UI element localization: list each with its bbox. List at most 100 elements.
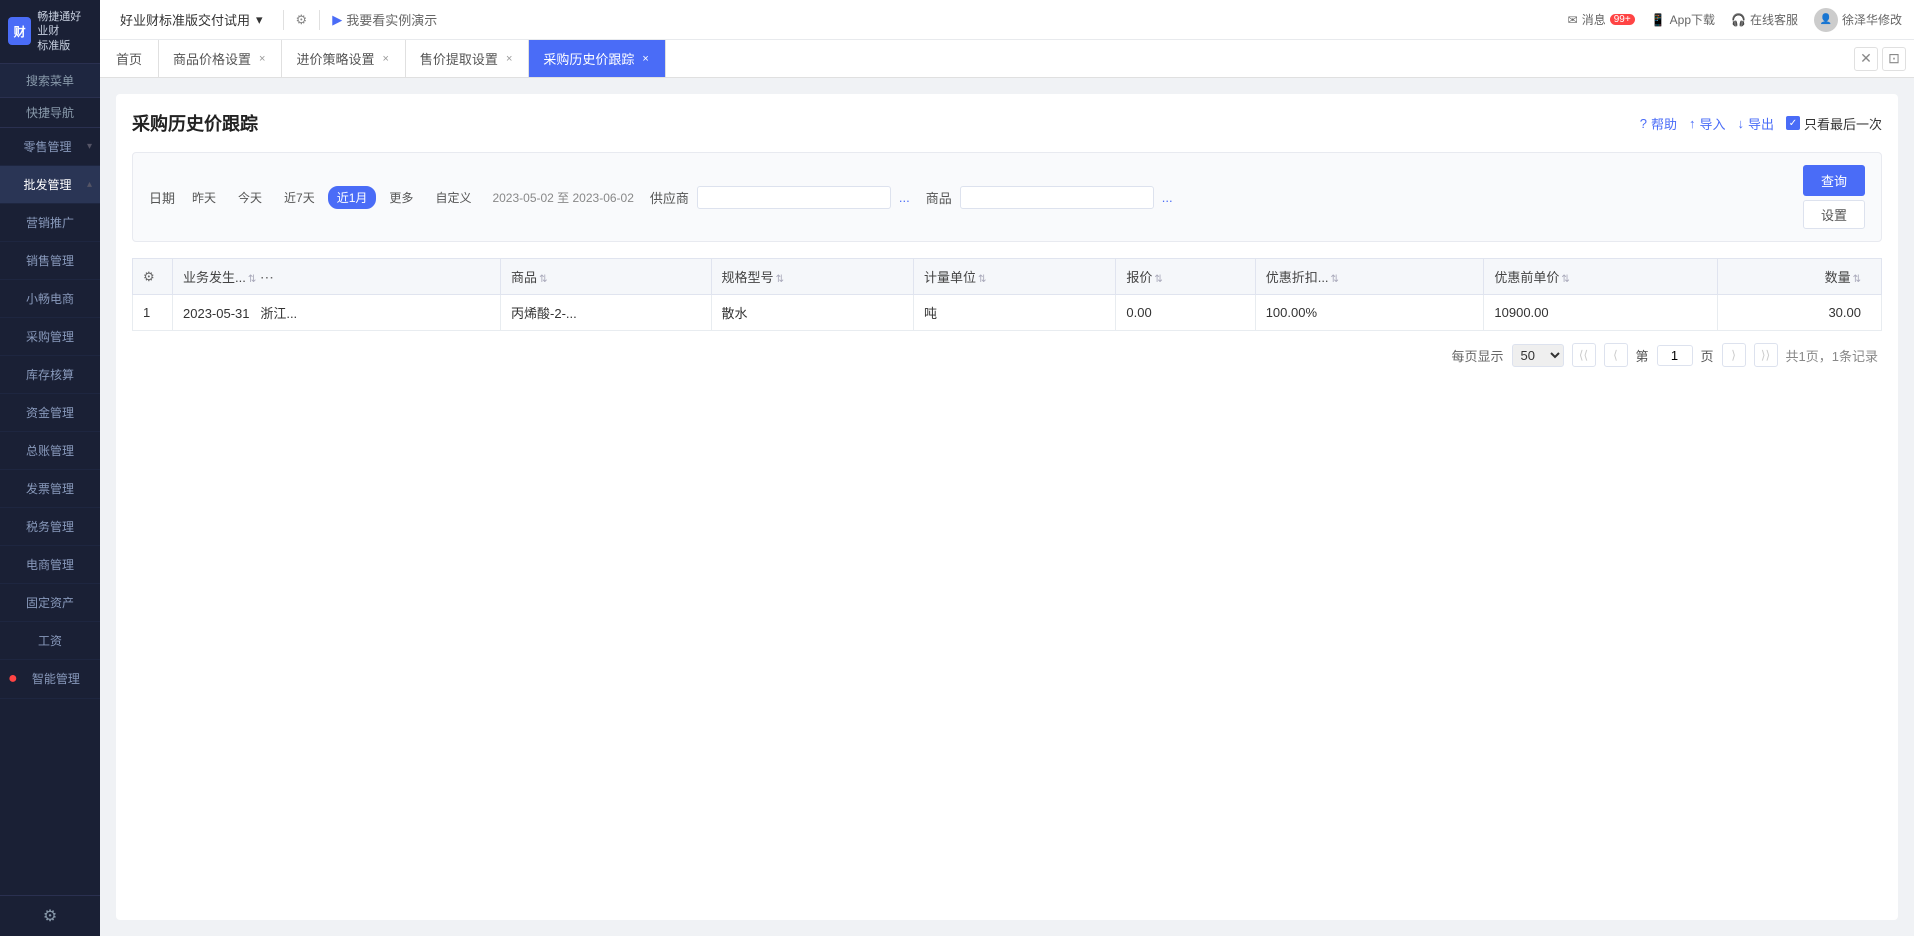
next-page-btn[interactable]: ⟩ bbox=[1722, 343, 1746, 367]
settings-gear-icon[interactable]: ⚙ bbox=[43, 908, 57, 925]
col-pre-discount-price[interactable]: 优惠前单价⇅ bbox=[1484, 259, 1718, 295]
date-filter-group: 日期 昨天 今天 近7天 近1月 更多 自定义 2023-05-02 至 202… bbox=[149, 186, 634, 209]
gear-icon[interactable]: ⚙ bbox=[143, 269, 155, 284]
play-icon: ▶ bbox=[332, 12, 342, 28]
col-qty[interactable]: 数量⇅ bbox=[1718, 259, 1882, 295]
import-link[interactable]: ↑ 导入 bbox=[1689, 114, 1726, 133]
export-icon: ↓ bbox=[1737, 116, 1744, 131]
topbar-right: ✉ 消息 99+ 📱 App下载 🎧 在线客服 👤 徐泽华修改 bbox=[1568, 8, 1902, 32]
tab-price-extract-label: 售价提取设置 bbox=[420, 49, 498, 68]
chevron-down-icon: ▾ bbox=[256, 12, 263, 28]
only-last-checkbox[interactable]: ✓ bbox=[1786, 116, 1800, 130]
tab-purchase-history[interactable]: 采购历史价跟踪 × bbox=[529, 40, 665, 78]
product-selector[interactable]: 好业财标准版交付试用 ▾ bbox=[112, 6, 271, 33]
product-filter-label: 商品 bbox=[926, 188, 952, 207]
first-page-btn[interactable]: ⟨⟨ bbox=[1572, 343, 1596, 367]
messages-badge: 99+ bbox=[1610, 14, 1635, 25]
tab-purchase-strategy[interactable]: 进价策略设置 × bbox=[282, 40, 405, 78]
settings-button[interactable]: 设置 bbox=[1803, 200, 1865, 229]
col-biz-date[interactable]: 业务发生...⇅ ⋯ bbox=[173, 259, 501, 295]
table-container: ⚙ 业务发生...⇅ ⋯ 商品⇅ 规格型号⇅ bbox=[132, 258, 1882, 331]
date-btn-today[interactable]: 今天 bbox=[229, 186, 271, 209]
help-link[interactable]: ? 帮助 bbox=[1640, 114, 1677, 133]
settings-icon-wrap[interactable]: ⚙ bbox=[296, 12, 308, 28]
tab-purchase-strategy-label: 进价策略设置 bbox=[296, 49, 374, 68]
product-input[interactable] bbox=[969, 190, 1145, 205]
sidebar-bottom: ⚙ bbox=[0, 895, 100, 936]
sidebar-item-ecommerce[interactable]: 电商管理 bbox=[0, 546, 100, 584]
tab-product-price[interactable]: 商品价格设置 × bbox=[159, 40, 282, 78]
sidebar-item-purchase[interactable]: 采购管理 bbox=[0, 318, 100, 356]
date-btn-last7[interactable]: 近7天 bbox=[275, 186, 324, 209]
page-label: 第 bbox=[1636, 346, 1649, 365]
sidebar-item-finance[interactable]: 资金管理 bbox=[0, 394, 100, 432]
supplier-input[interactable] bbox=[706, 190, 882, 205]
tab-product-price-label: 商品价格设置 bbox=[173, 49, 251, 68]
cell-product: 丙烯酸-2-... bbox=[501, 295, 712, 331]
sidebar-item-invoice[interactable]: 发票管理 bbox=[0, 470, 100, 508]
chevron-down-icon: ▾ bbox=[87, 141, 92, 152]
only-last-checkbox-group[interactable]: ✓ 只看最后一次 bbox=[1786, 114, 1882, 133]
mobile-icon: 📱 bbox=[1651, 13, 1666, 27]
supplier-input-box[interactable] bbox=[697, 186, 891, 209]
col-dots-icon[interactable]: ⋯ bbox=[260, 269, 274, 285]
tab-price-extract[interactable]: 售价提取设置 × bbox=[406, 40, 529, 78]
date-btn-last1m[interactable]: 近1月 bbox=[328, 186, 377, 209]
tab-close-product-price[interactable]: × bbox=[257, 51, 267, 67]
product-input-box[interactable] bbox=[960, 186, 1154, 209]
sidebar-item-wholesale[interactable]: 批发管理 ▴ bbox=[0, 166, 100, 204]
user-menu[interactable]: 👤 徐泽华修改 bbox=[1814, 8, 1902, 32]
online-service-btn[interactable]: 🎧 在线客服 bbox=[1731, 11, 1798, 28]
col-product[interactable]: 商品⇅ bbox=[501, 259, 712, 295]
col-spec[interactable]: 规格型号⇅ bbox=[711, 259, 913, 295]
supplier-more-btn[interactable]: ... bbox=[899, 190, 910, 205]
sidebar-logo: 财 畅捷通好业财 标准版 bbox=[0, 0, 100, 64]
import-icon: ↑ bbox=[1689, 116, 1696, 131]
query-button[interactable]: 查询 bbox=[1803, 165, 1865, 196]
sidebar-search[interactable]: 搜索菜单 bbox=[0, 64, 100, 98]
product-more-btn[interactable]: ... bbox=[1162, 190, 1173, 205]
sidebar-item-smart[interactable]: ● 智能管理 bbox=[0, 660, 100, 699]
tab-close-window-btn[interactable]: ✕ bbox=[1854, 47, 1878, 71]
sidebar-item-marketing[interactable]: 营销推广 bbox=[0, 204, 100, 242]
total-info: 共1页，1条记录 bbox=[1786, 346, 1878, 365]
tab-maximize-btn[interactable]: ⊡ bbox=[1882, 47, 1906, 71]
table-row: 1 2023-05-31 浙江... 丙烯酸-2-... 散水 吨 0.00 1… bbox=[133, 295, 1882, 331]
date-btn-more[interactable]: 更多 bbox=[380, 186, 422, 209]
filter-actions: 查询 设置 bbox=[1803, 165, 1865, 229]
messages-label: 消息 bbox=[1582, 11, 1606, 28]
user-name: 徐泽华修改 bbox=[1842, 11, 1902, 28]
col-unit[interactable]: 计量单位⇅ bbox=[913, 259, 1115, 295]
content-area: 采购历史价跟踪 ? 帮助 ↑ 导入 ↓ 导出 ✓ bbox=[100, 78, 1914, 936]
tab-purchase-history-label: 采购历史价跟踪 bbox=[543, 49, 634, 68]
tab-close-purchase-history[interactable]: × bbox=[640, 51, 650, 67]
export-link[interactable]: ↓ 导出 bbox=[1737, 114, 1774, 133]
sidebar-item-inventory[interactable]: 库存核算 bbox=[0, 356, 100, 394]
sidebar-item-fixed-assets[interactable]: 固定资产 bbox=[0, 584, 100, 622]
page-size-select[interactable]: 50 20 100 200 bbox=[1512, 344, 1564, 367]
messages-btn[interactable]: ✉ 消息 99+ bbox=[1568, 11, 1635, 28]
sidebar-item-general-ledger[interactable]: 总账管理 bbox=[0, 432, 100, 470]
tab-close-purchase-strategy[interactable]: × bbox=[380, 51, 390, 67]
pagination: 每页显示 50 20 100 200 ⟨⟨ ⟨ 第 页 ⟩ ⟩⟩ 共1页，1条记… bbox=[132, 331, 1882, 371]
app-download-btn[interactable]: 📱 App下载 bbox=[1651, 11, 1715, 28]
sidebar-item-ecommerce-small[interactable]: 小畅电商 bbox=[0, 280, 100, 318]
date-btn-yesterday[interactable]: 昨天 bbox=[183, 186, 225, 209]
page-number-input[interactable] bbox=[1657, 345, 1693, 366]
sidebar-quick-nav[interactable]: 快捷导航 bbox=[0, 98, 100, 128]
last-page-btn[interactable]: ⟩⟩ bbox=[1754, 343, 1778, 367]
col-discount[interactable]: 优惠折扣...⇅ bbox=[1255, 259, 1484, 295]
demo-link[interactable]: ▶ 我要看实例演示 bbox=[332, 10, 437, 29]
sidebar-item-retail[interactable]: 零售管理 ▾ bbox=[0, 128, 100, 166]
sidebar-item-tax[interactable]: 税务管理 bbox=[0, 508, 100, 546]
date-btn-custom[interactable]: 自定义 bbox=[426, 186, 480, 209]
col-gear[interactable]: ⚙ bbox=[133, 259, 173, 295]
sidebar-item-sales[interactable]: 销售管理 bbox=[0, 242, 100, 280]
prev-page-btn[interactable]: ⟨ bbox=[1604, 343, 1628, 367]
supplier-filter-label: 供应商 bbox=[650, 188, 689, 207]
logo-icon: 财 bbox=[8, 17, 31, 45]
tab-close-price-extract[interactable]: × bbox=[504, 51, 514, 67]
col-price[interactable]: 报价⇅ bbox=[1116, 259, 1255, 295]
sidebar-item-payroll[interactable]: 工资 bbox=[0, 622, 100, 660]
tab-home[interactable]: 首页 bbox=[100, 40, 159, 78]
